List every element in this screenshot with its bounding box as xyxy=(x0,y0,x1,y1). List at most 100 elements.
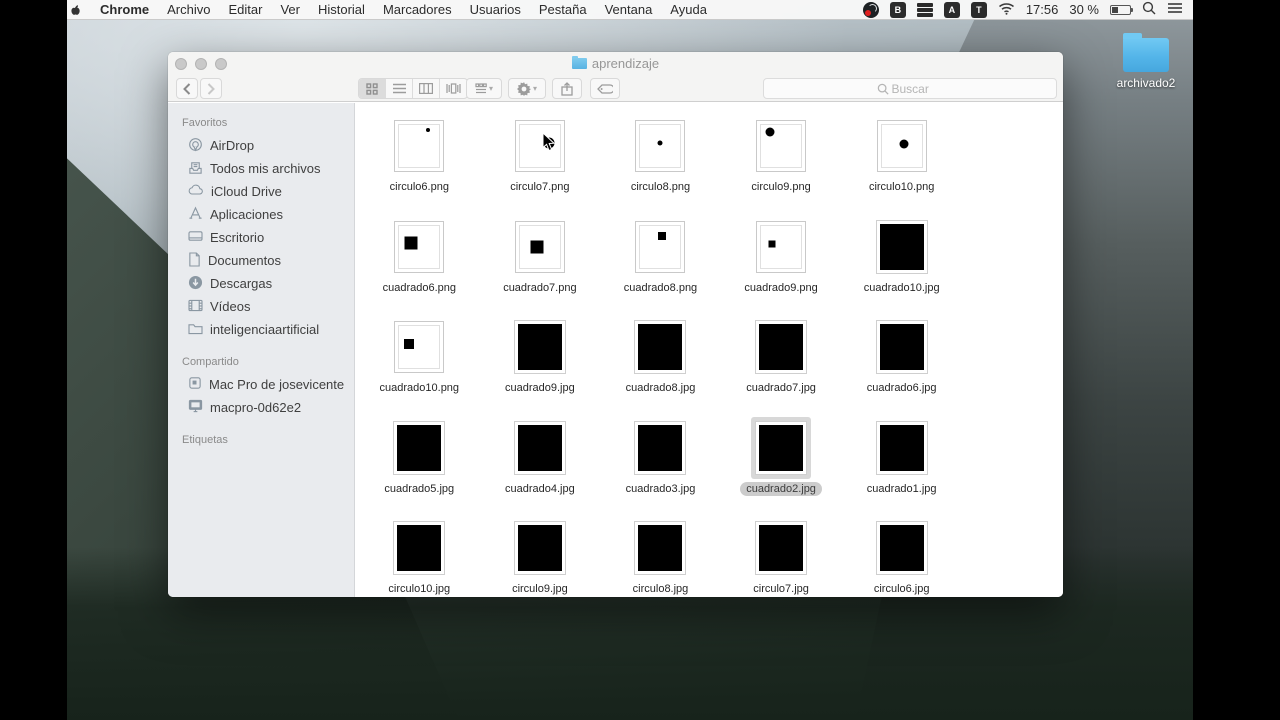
tag-button[interactable] xyxy=(590,78,620,99)
notification-center-icon[interactable] xyxy=(1167,2,1183,17)
file-cuadrado7-jpg[interactable]: cuadrado7.jpg xyxy=(721,316,842,417)
wifi-icon[interactable] xyxy=(998,2,1015,18)
t-app-icon[interactable]: T xyxy=(970,1,987,18)
file-cuadrado7-png[interactable]: cuadrado7.png xyxy=(480,216,601,317)
record-app-icon[interactable] xyxy=(862,1,879,18)
file-thumbnail[interactable] xyxy=(389,115,449,177)
search-field[interactable] xyxy=(763,78,1057,99)
file-thumbnail[interactable] xyxy=(510,316,570,378)
menu-item-historial[interactable]: Historial xyxy=(309,2,374,17)
sidebar-item-escritorio[interactable]: Escritorio xyxy=(178,226,354,249)
icon-view-button[interactable] xyxy=(359,79,386,98)
sidebar-item-macpro-0d62e2[interactable]: macpro-0d62e2 xyxy=(178,396,354,419)
sidebar-item-mac-pro-de-josevicente[interactable]: Mac Pro de josevicente xyxy=(178,373,354,396)
file-thumbnail[interactable] xyxy=(389,417,449,479)
menu-item-pestaña[interactable]: Pestaña xyxy=(530,2,596,17)
file-thumbnail[interactable] xyxy=(630,216,690,278)
list-view-button[interactable] xyxy=(386,79,413,98)
file-thumbnail[interactable] xyxy=(751,316,811,378)
sidebar-item-todos-mis-archivos[interactable]: Todos mis archivos xyxy=(178,157,354,180)
file-cuadrado6-png[interactable]: cuadrado6.png xyxy=(359,216,480,317)
sidebar-item-icloud-drive[interactable]: iCloud Drive xyxy=(178,180,354,203)
file-cuadrado1-jpg[interactable]: cuadrado1.jpg xyxy=(841,417,962,518)
file-cuadrado5-jpg[interactable]: cuadrado5.jpg xyxy=(359,417,480,518)
file-circulo10-jpg[interactable]: circulo10.jpg xyxy=(359,517,480,597)
clock[interactable]: 17:56 xyxy=(1026,2,1059,17)
file-thumbnail[interactable] xyxy=(389,517,449,579)
sidebar-item-documentos[interactable]: Documentos xyxy=(178,249,354,272)
file-cuadrado4-jpg[interactable]: cuadrado4.jpg xyxy=(480,417,601,518)
file-thumbnail[interactable] xyxy=(389,316,449,378)
file-thumbnail[interactable] xyxy=(630,316,690,378)
apple-logo-icon[interactable] xyxy=(69,3,83,17)
menu-item-usuarios[interactable]: Usuarios xyxy=(461,2,530,17)
file-thumbnail[interactable] xyxy=(510,417,570,479)
share-button[interactable] xyxy=(552,78,582,99)
file-thumbnail[interactable] xyxy=(389,216,449,278)
file-cuadrado8-jpg[interactable]: cuadrado8.jpg xyxy=(600,316,721,417)
file-cuadrado3-jpg[interactable]: cuadrado3.jpg xyxy=(600,417,721,518)
file-thumbnail[interactable] xyxy=(630,517,690,579)
menu-item-editar[interactable]: Editar xyxy=(219,2,271,17)
file-circulo9-png[interactable]: circulo9.png xyxy=(721,115,842,216)
menu-item-marcadores[interactable]: Marcadores xyxy=(374,2,461,17)
menu-item-ayuda[interactable]: Ayuda xyxy=(661,2,716,17)
bi-app-icon[interactable]: B xyxy=(889,1,906,18)
window-titlebar[interactable]: aprendizaje xyxy=(168,52,1063,76)
file-cuadrado6-jpg[interactable]: cuadrado6.jpg xyxy=(841,316,962,417)
file-circulo8-png[interactable]: circulo8.png xyxy=(600,115,721,216)
file-thumbnail[interactable] xyxy=(872,316,932,378)
drive-stack-icon[interactable] xyxy=(916,2,933,17)
file-thumbnail[interactable] xyxy=(872,417,932,479)
file-thumbnail[interactable] xyxy=(751,216,811,278)
file-thumbnail[interactable] xyxy=(510,216,570,278)
battery-icon[interactable] xyxy=(1110,4,1133,15)
file-name-label: cuadrado6.png xyxy=(382,281,456,294)
file-circulo10-png[interactable]: circulo10.png xyxy=(841,115,962,216)
file-thumbnail[interactable] xyxy=(751,115,811,177)
file-cuadrado10-png[interactable]: cuadrado10.png xyxy=(359,316,480,417)
file-circulo7-jpg[interactable]: circulo7.jpg xyxy=(721,517,842,597)
file-cuadrado8-png[interactable]: cuadrado8.png xyxy=(600,216,721,317)
desktop-folder-archivado2[interactable]: archivado2 xyxy=(1115,30,1177,90)
sidebar-item-inteligenciaartificial[interactable]: inteligenciaartificial xyxy=(178,318,354,341)
file-cuadrado9-jpg[interactable]: cuadrado9.jpg xyxy=(480,316,601,417)
menu-app-name[interactable]: Chrome xyxy=(91,2,158,17)
chevron-down-icon: ▾ xyxy=(488,84,493,93)
sidebar-item-aplicaciones[interactable]: Aplicaciones xyxy=(178,203,354,226)
file-circulo6-jpg[interactable]: circulo6.jpg xyxy=(841,517,962,597)
file-thumbnail[interactable] xyxy=(630,417,690,479)
file-name-label: circulo10.jpg xyxy=(388,583,451,595)
file-cuadrado9-png[interactable]: cuadrado9.png xyxy=(721,216,842,317)
menu-item-archivo[interactable]: Archivo xyxy=(158,2,219,17)
file-thumbnail[interactable] xyxy=(872,216,932,278)
file-circulo8-jpg[interactable]: circulo8.jpg xyxy=(600,517,721,597)
file-thumbnail-selected[interactable] xyxy=(751,416,812,479)
file-thumbnail[interactable] xyxy=(630,115,690,177)
file-thumbnail[interactable] xyxy=(872,517,932,579)
file-name-label: circulo6.png xyxy=(389,181,449,193)
column-view-button[interactable] xyxy=(413,79,440,98)
spotlight-search-icon[interactable] xyxy=(1142,1,1156,18)
forward-button[interactable] xyxy=(200,78,222,99)
menu-item-ventana[interactable]: Ventana xyxy=(596,2,662,17)
file-cuadrado10-jpg[interactable]: cuadrado10.jpg xyxy=(841,216,962,317)
arrange-button[interactable]: ▾ xyxy=(466,78,502,99)
file-thumbnail[interactable] xyxy=(510,517,570,579)
file-circulo7-png[interactable]: circulo7.png xyxy=(480,115,601,216)
file-circulo9-jpg[interactable]: circulo9.jpg xyxy=(480,517,601,597)
adobe-a-icon[interactable]: A xyxy=(943,1,960,18)
sidebar-item-airdrop[interactable]: AirDrop xyxy=(178,134,354,157)
file-cuadrado2-jpg[interactable]: cuadrado2.jpg xyxy=(721,416,842,518)
coverflow-view-button[interactable] xyxy=(440,79,467,98)
file-circulo6-png[interactable]: circulo6.png xyxy=(359,115,480,216)
action-gear-button[interactable]: ▾ xyxy=(508,78,546,99)
file-thumbnail[interactable] xyxy=(872,115,932,177)
file-thumbnail[interactable] xyxy=(510,115,570,177)
search-input[interactable] xyxy=(891,81,944,96)
sidebar-item-v-deos[interactable]: Vídeos xyxy=(178,295,354,318)
back-button[interactable] xyxy=(176,78,198,99)
menu-item-ver[interactable]: Ver xyxy=(271,2,309,17)
sidebar-item-descargas[interactable]: Descargas xyxy=(178,272,354,295)
file-thumbnail[interactable] xyxy=(751,517,811,579)
